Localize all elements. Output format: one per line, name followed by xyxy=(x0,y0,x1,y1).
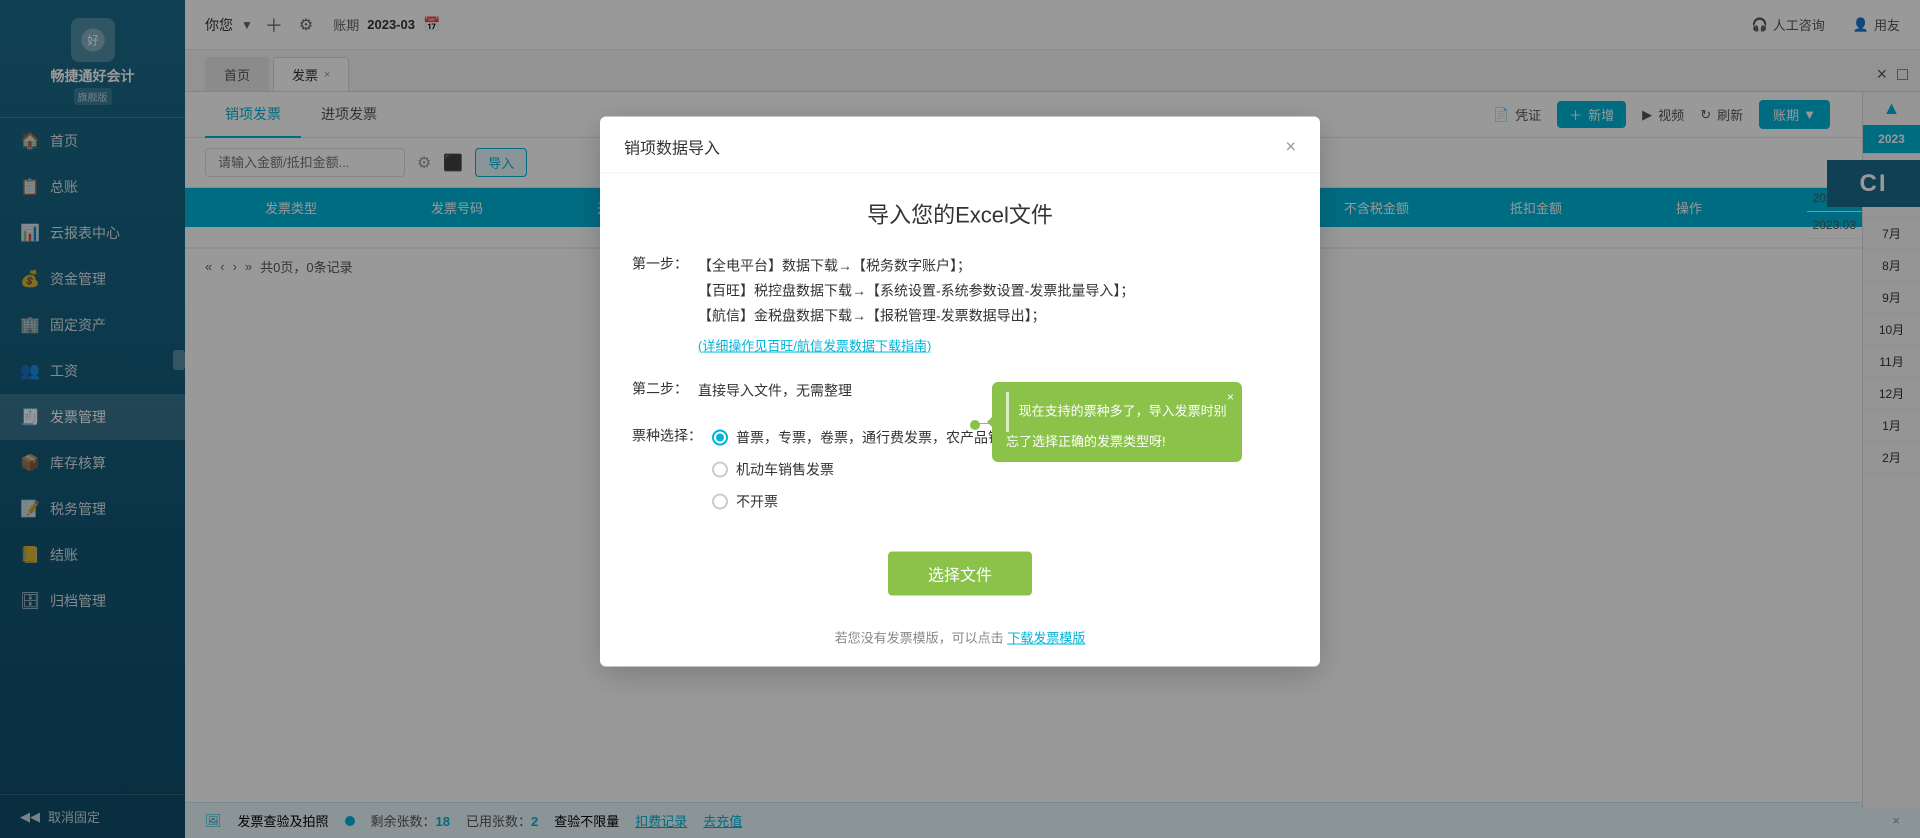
tooltip-connector-dot xyxy=(970,420,980,430)
step1-line3: 【航信】金税盘数据下载→【报税管理-发票数据导出】； xyxy=(698,304,1134,329)
modal-footer: 选择文件 xyxy=(600,531,1320,619)
modal-header: 销项数据导入 × xyxy=(600,117,1320,174)
hint-text: 若您没有发票模版，可以点击 xyxy=(835,630,1004,645)
step1: 第一步： 【全电平台】数据下载→【税务数字账户】； 【百旺】税控盘数据下载→【系… xyxy=(632,254,1288,359)
step1-label: 第一步： xyxy=(632,254,688,274)
modal-hint: 若您没有发票模版，可以点击 下载发票模版 xyxy=(600,619,1320,650)
radio-item-motor[interactable]: 机动车销售发票 xyxy=(712,459,1044,479)
step1-line1: 【全电平台】数据下载→【税务数字账户】； xyxy=(698,254,1134,279)
modal-bottom-space xyxy=(600,650,1320,666)
step2-label: 第二步： xyxy=(632,378,688,398)
step1-line2: 【百旺】税控盘数据下载→【系统设置-系统参数设置-发票批量导入】； xyxy=(698,279,1134,304)
radio-circle-3 xyxy=(712,493,728,509)
download-template-link[interactable]: 下载发票模版 xyxy=(1007,630,1085,645)
radio-item-none[interactable]: 不开票 xyxy=(712,491,1044,511)
step1-content: 【全电平台】数据下载→【税务数字账户】； 【百旺】税控盘数据下载→【系统设置-系… xyxy=(698,254,1134,359)
ticket-label: 票种选择： xyxy=(632,425,702,445)
step1-row: 第一步： 【全电平台】数据下载→【税务数字账户】； 【百旺】税控盘数据下载→【系… xyxy=(632,254,1288,359)
radio-label-3: 不开票 xyxy=(736,491,778,511)
tooltip-text: 现在支持的票种多了，导入发票时别忘了选择正确的发票类型呀! xyxy=(1006,403,1227,449)
radio-label-2: 机动车销售发票 xyxy=(736,459,834,479)
select-file-btn[interactable]: 选择文件 xyxy=(888,551,1032,595)
tooltip-close-btn[interactable]: × xyxy=(1227,388,1234,406)
radio-circle-2 xyxy=(712,461,728,477)
radio-circle-1 xyxy=(712,429,728,445)
step1-link[interactable]: (详细操作见百旺/航信发票数据下载指南) xyxy=(698,338,931,353)
step2-content: 直接导入文件，无需整理 xyxy=(698,378,852,403)
modal-title: 销项数据导入 xyxy=(624,135,720,159)
modal-big-title: 导入您的Excel文件 xyxy=(632,198,1288,230)
modal-body: 导入您的Excel文件 第一步： 【全电平台】数据下载→【税务数字账户】； 【百… xyxy=(600,174,1320,532)
tooltip-bubble: × 现在支持的票种多了，导入发票时别忘了选择正确的发票类型呀! xyxy=(992,382,1242,462)
modal-close-btn[interactable]: × xyxy=(1285,136,1296,157)
tooltip-bar xyxy=(1006,392,1009,432)
radio-dot-1 xyxy=(716,433,724,441)
